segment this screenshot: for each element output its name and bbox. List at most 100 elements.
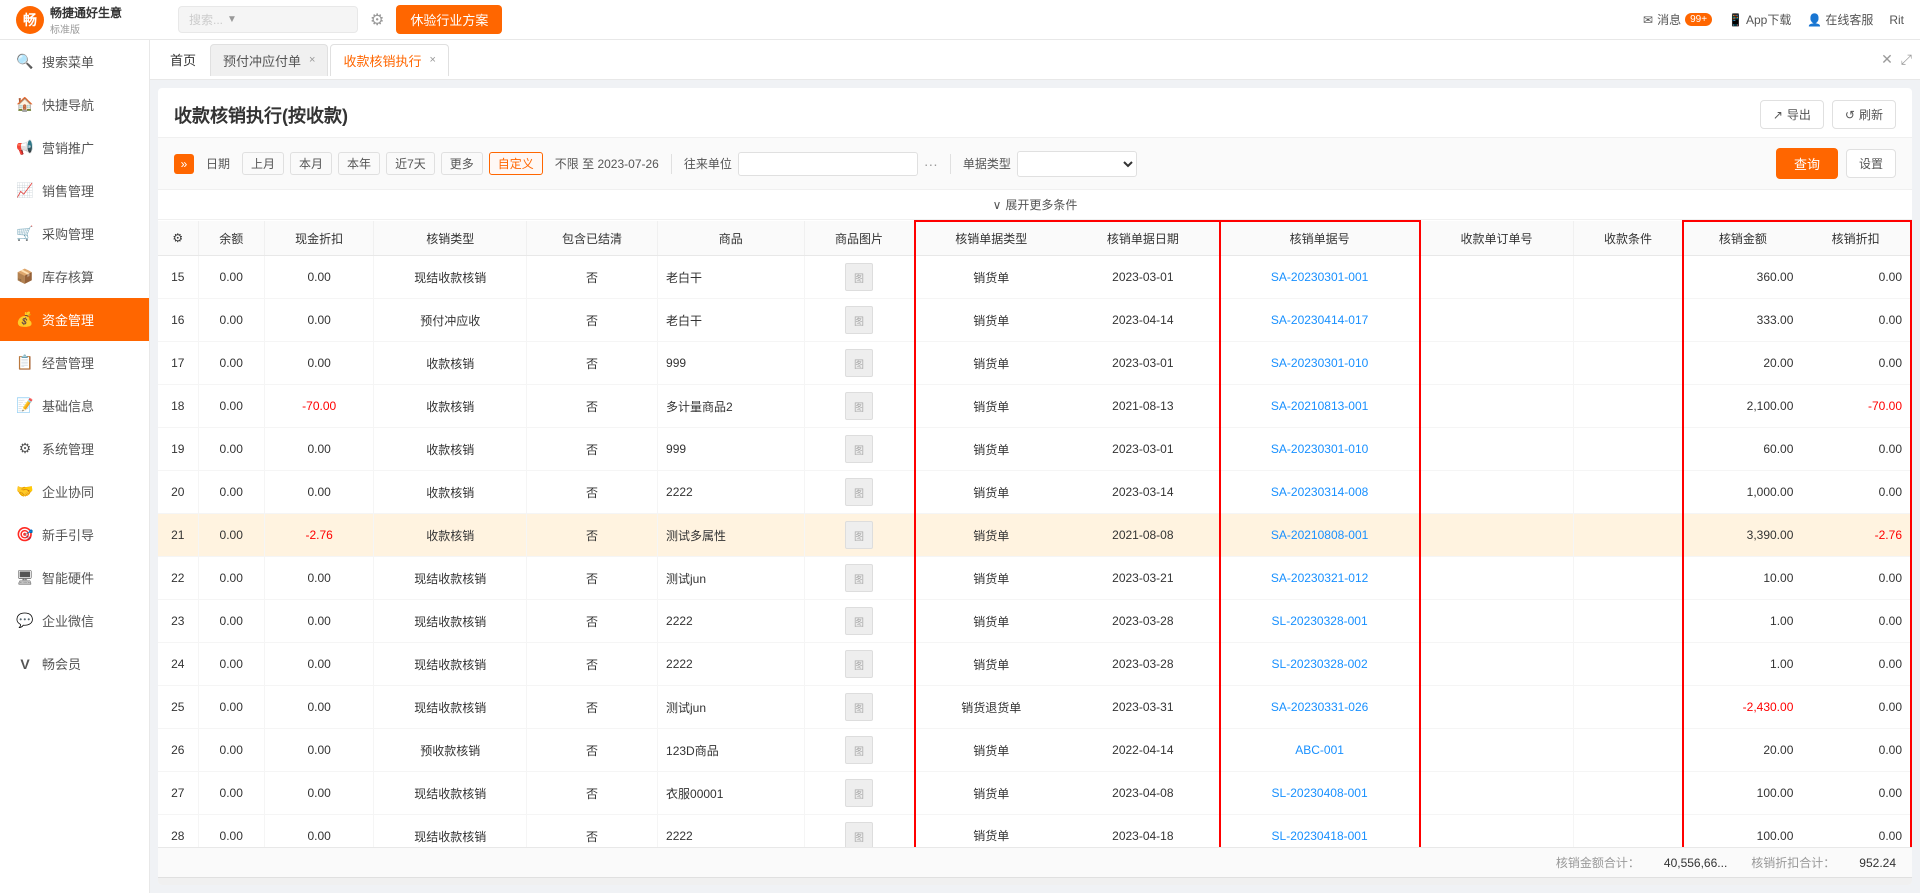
app-download-btn[interactable]: 📱 App下载 xyxy=(1728,11,1791,28)
cancel-no-link[interactable]: SA-20230414-017 xyxy=(1271,313,1368,327)
cancel-no-link[interactable]: SA-20230301-001 xyxy=(1271,270,1368,284)
horizontal-scrollbar[interactable] xyxy=(158,877,1912,885)
cancel-no-link[interactable]: SA-20230321-012 xyxy=(1271,571,1368,585)
cell-type: 现结收款核销 xyxy=(374,815,527,848)
cell-receipt-condition xyxy=(1573,557,1683,600)
sidebar-item-sales[interactable]: 📈 销售管理 xyxy=(0,169,149,212)
cell-cancel-discount: 0.00 xyxy=(1801,428,1911,471)
cancel-no-link[interactable]: SL-20230328-002 xyxy=(1272,657,1368,671)
cell-cancel-no[interactable]: SA-20230301-010 xyxy=(1220,428,1420,471)
cancel-no-link[interactable]: ABC-001 xyxy=(1295,743,1344,757)
query-btn[interactable]: 查询 xyxy=(1776,148,1838,179)
cell-cancel-no[interactable]: SA-20230331-026 xyxy=(1220,686,1420,729)
export-icon: ↗ xyxy=(1773,108,1783,122)
col-header-type: 核销类型 xyxy=(374,221,527,256)
settings-icon[interactable]: ⚙ xyxy=(370,10,384,30)
home-icon: 🏠 xyxy=(16,96,34,114)
cell-cancel-no[interactable]: SL-20230328-002 xyxy=(1220,643,1420,686)
from-unit-more-icon[interactable]: ··· xyxy=(924,156,938,172)
date-pill-7days[interactable]: 近7天 xyxy=(386,152,435,175)
tab-prepay-close[interactable]: × xyxy=(309,54,315,66)
cell-cancel-amount: 60.00 xyxy=(1683,428,1801,471)
cancel-no-link[interactable]: SA-20230301-010 xyxy=(1271,442,1368,456)
sidebar-item-member[interactable]: V 畅会员 xyxy=(0,642,149,685)
cancel-no-link[interactable]: SA-20230301-010 xyxy=(1271,356,1368,370)
cancel-no-link[interactable]: SA-20210808-001 xyxy=(1271,528,1368,542)
sidebar-item-quick[interactable]: 🏠 快捷导航 xyxy=(0,83,149,126)
cancel-no-link[interactable]: SL-20230328-001 xyxy=(1272,614,1368,628)
top-search-box[interactable]: 搜索... ▼ xyxy=(178,6,358,33)
cell-cancel-no[interactable]: SA-20230314-008 xyxy=(1220,471,1420,514)
close-window-icon[interactable]: ✕ xyxy=(1881,51,1893,68)
sidebar-item-collab[interactable]: 🤝 企业协同 xyxy=(0,470,149,513)
expand-conditions-bar[interactable]: ∨ 展开更多条件 xyxy=(158,190,1912,220)
date-pill-last-month[interactable]: 上月 xyxy=(242,152,284,175)
online-service-btn[interactable]: 👤 在线客服 xyxy=(1807,11,1873,28)
cell-cancel-no[interactable]: SA-20210813-001 xyxy=(1220,385,1420,428)
sidebar-item-hardware[interactable]: 🖥 智能硬件 xyxy=(0,556,149,599)
table-row: 17 0.00 0.00 收款核销 否 999 图 销货单 2023-03-01… xyxy=(158,342,1911,385)
col-header-settings[interactable]: ⚙ xyxy=(158,221,198,256)
purchase-icon: 🛒 xyxy=(16,225,34,243)
export-btn[interactable]: ↗ 导出 xyxy=(1760,100,1824,129)
tab-prepay[interactable]: 预付冲应付单 × xyxy=(210,44,328,76)
cell-type: 收款核销 xyxy=(374,385,527,428)
table-row: 18 0.00 -70.00 收款核销 否 多计量商品2 图 销货单 2021-… xyxy=(158,385,1911,428)
cell-cancel-no[interactable]: SL-20230408-001 xyxy=(1220,772,1420,815)
cell-cancel-no[interactable]: SL-20230328-001 xyxy=(1220,600,1420,643)
cell-receipt-order-no xyxy=(1420,729,1573,772)
cell-receipt-condition xyxy=(1573,514,1683,557)
sidebar-item-purchase[interactable]: 🛒 采购管理 xyxy=(0,212,149,255)
cell-cancel-no[interactable]: SA-20230414-017 xyxy=(1220,299,1420,342)
tab-receipt-close[interactable]: × xyxy=(429,54,435,66)
cancel-no-link[interactable]: SL-20230408-001 xyxy=(1272,786,1368,800)
cell-receipt-condition xyxy=(1573,385,1683,428)
col-header-cancel-amount: 核销金额 xyxy=(1683,221,1801,256)
user-name[interactable]: Rit xyxy=(1889,13,1904,27)
cell-cancel-no[interactable]: SA-20210808-001 xyxy=(1220,514,1420,557)
setting-btn[interactable]: 设置 xyxy=(1846,149,1896,178)
maximize-window-icon[interactable]: ⤢ xyxy=(1901,51,1912,68)
member-icon: V xyxy=(16,655,34,673)
sidebar-item-system[interactable]: ⚙ 系统管理 xyxy=(0,427,149,470)
cell-cancel-no[interactable]: SA-20230301-010 xyxy=(1220,342,1420,385)
cell-receipt-order-no xyxy=(1420,557,1573,600)
cancel-no-link[interactable]: SA-20230314-008 xyxy=(1271,485,1368,499)
cell-cancel-no[interactable]: SL-20230418-001 xyxy=(1220,815,1420,848)
cell-cancel-date: 2023-04-14 xyxy=(1067,299,1220,342)
message-area[interactable]: ✉ 消息 99+ xyxy=(1643,11,1712,28)
date-range-display: 不限 至 2023-07-26 xyxy=(555,155,659,172)
tab-receipt[interactable]: 收款核销执行 × xyxy=(330,44,448,76)
refresh-btn[interactable]: ↺ 刷新 xyxy=(1832,100,1896,129)
cell-cancel-amount: -2,430.00 xyxy=(1683,686,1801,729)
cancel-no-link[interactable]: SA-20230331-026 xyxy=(1271,700,1368,714)
sidebar-item-finance[interactable]: 💰 资金管理 xyxy=(0,298,149,341)
cell-balance: 0.00 xyxy=(198,729,264,772)
col-settings-icon[interactable]: ⚙ xyxy=(172,231,183,245)
message-badge: 99+ xyxy=(1685,13,1712,26)
from-unit-input[interactable] xyxy=(738,152,918,176)
cell-cancel-no[interactable]: SA-20230321-012 xyxy=(1220,557,1420,600)
sidebar-label-sales: 销售管理 xyxy=(42,181,94,200)
date-pill-custom[interactable]: 自定义 xyxy=(489,152,543,175)
filter-expand-btn[interactable]: » xyxy=(174,154,194,174)
single-type-select[interactable] xyxy=(1017,151,1137,177)
cell-cancel-no[interactable]: SA-20230301-001 xyxy=(1220,256,1420,299)
cell-goods-img: 图 xyxy=(804,557,914,600)
date-pill-this-month[interactable]: 本月 xyxy=(290,152,332,175)
industry-btn[interactable]: 休验行业方案 xyxy=(396,5,502,34)
sidebar-item-operations[interactable]: 📋 经营管理 xyxy=(0,341,149,384)
sidebar-item-marketing[interactable]: 📢 营销推广 xyxy=(0,126,149,169)
cell-goods-img: 图 xyxy=(804,299,914,342)
sidebar-item-guide[interactable]: 🎯 新手引导 xyxy=(0,513,149,556)
sidebar-item-inventory[interactable]: 📦 库存核算 xyxy=(0,255,149,298)
cell-cancel-no[interactable]: ABC-001 xyxy=(1220,729,1420,772)
cancel-no-link[interactable]: SL-20230418-001 xyxy=(1272,829,1368,843)
sidebar-item-search[interactable]: 🔍 搜索菜单 xyxy=(0,40,149,83)
sidebar-item-basic[interactable]: 📝 基础信息 xyxy=(0,384,149,427)
tab-home[interactable]: 首页 xyxy=(158,44,208,75)
cancel-no-link[interactable]: SA-20210813-001 xyxy=(1271,399,1368,413)
date-pill-this-year[interactable]: 本年 xyxy=(338,152,380,175)
date-pill-more[interactable]: 更多 xyxy=(441,152,483,175)
sidebar-item-wechat[interactable]: 💬 企业微信 xyxy=(0,599,149,642)
